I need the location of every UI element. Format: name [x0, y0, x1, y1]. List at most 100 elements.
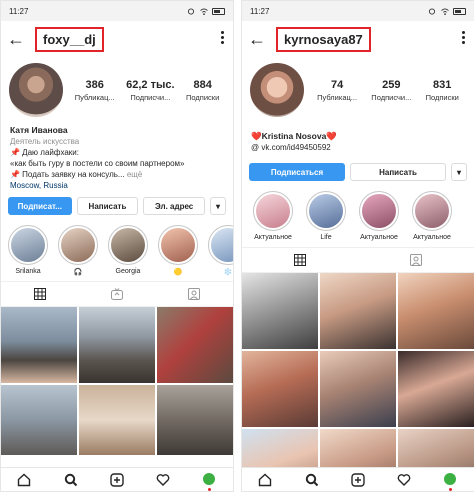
- suggested-dropdown-button[interactable]: ▾: [209, 197, 226, 215]
- profile-tab-icon[interactable]: [202, 472, 217, 491]
- wifi-icon: [200, 7, 208, 15]
- action-buttons: Подписаться Написать ▾: [242, 155, 474, 185]
- tab-grid[interactable]: [1, 282, 78, 306]
- profile-header: ← foxy__dj: [1, 21, 233, 57]
- highlight-item[interactable]: Life: [301, 191, 351, 243]
- tab-tagged[interactable]: [156, 282, 233, 306]
- stat-following[interactable]: 831 Подписки: [426, 79, 459, 102]
- highlight-label: Актуальное: [254, 234, 292, 241]
- alarm-icon: [428, 7, 436, 15]
- tagged-icon: [410, 254, 422, 266]
- stat-label: Подписки: [186, 92, 220, 102]
- bio-link[interactable]: @ vk.com/id49450592: [251, 142, 465, 153]
- highlight-item[interactable]: Georgia: [105, 225, 151, 277]
- highlight-item[interactable]: ❄️: [205, 225, 233, 277]
- photo-thumbnail[interactable]: [242, 273, 318, 349]
- stat-label: Подписчи...: [130, 92, 171, 102]
- tab-grid[interactable]: [242, 248, 358, 272]
- photo-thumbnail[interactable]: [157, 385, 233, 455]
- message-button[interactable]: Написать: [350, 163, 446, 181]
- status-bar: 11:27: [242, 1, 474, 21]
- more-options-icon[interactable]: [221, 31, 225, 44]
- stat-value: 386: [85, 78, 104, 91]
- profile-tab-icon[interactable]: [443, 472, 458, 491]
- search-icon[interactable]: [64, 473, 78, 487]
- highlight-item[interactable]: Актуальное: [248, 191, 298, 243]
- stat-following[interactable]: 884 Подписки: [186, 79, 219, 102]
- suggested-dropdown-button[interactable]: ▾: [451, 163, 467, 181]
- tagged-icon: [188, 288, 201, 300]
- home-icon[interactable]: [258, 473, 272, 487]
- highlight-item[interactable]: Актуальное: [354, 191, 404, 243]
- photo-thumbnail[interactable]: [398, 351, 474, 427]
- wifi-icon: [441, 7, 449, 15]
- left-profile-screen: 11:27 ← foxy__dj 386 Публикац... 62,2 тыс…: [0, 0, 234, 492]
- highlight-label: 🎧: [73, 269, 83, 276]
- more-link[interactable]: ещё: [127, 170, 142, 179]
- add-post-icon[interactable]: [351, 472, 365, 487]
- photo-thumbnail[interactable]: [157, 307, 233, 383]
- photo-thumbnail[interactable]: [320, 273, 396, 349]
- igtv-icon: [110, 288, 123, 300]
- photo-thumbnail[interactable]: [320, 351, 396, 427]
- photo-thumbnail[interactable]: [242, 351, 318, 427]
- activity-heart-icon[interactable]: [397, 473, 411, 487]
- highlight-item[interactable]: Srilanka: [5, 225, 51, 277]
- stat-value: 74: [330, 78, 344, 91]
- highlight-label: Актуальное: [360, 234, 398, 241]
- back-arrow-icon[interactable]: ←: [7, 30, 25, 48]
- highlight-item[interactable]: 🎧: [55, 225, 101, 277]
- back-arrow-icon[interactable]: ←: [248, 30, 266, 48]
- stats: 74 Публикац... 259 Подписчи... 831 Подписки: [310, 79, 466, 102]
- stat-value: 259: [382, 78, 401, 91]
- highlight-label: Life: [320, 234, 332, 241]
- stat-posts[interactable]: 74 Публикац...: [317, 79, 357, 102]
- highlight-item[interactable]: Актуальное: [407, 191, 457, 243]
- profile-summary: 74 Публикац... 259 Подписчи... 831 Подписки: [242, 57, 474, 123]
- photo-grid: [1, 307, 233, 455]
- content-tabs: [1, 281, 233, 307]
- bottom-navigation: [242, 467, 474, 491]
- grid-icon: [33, 288, 46, 300]
- photo-thumbnail[interactable]: [79, 385, 155, 455]
- bio-line: 📌 Подать заявку на консуль...: [10, 170, 125, 179]
- photo-thumbnail[interactable]: [1, 307, 77, 383]
- highlight-label: Srilanka: [15, 268, 41, 275]
- bio: Катя Иванова Деятель искусства 📌 Даю лай…: [1, 123, 233, 193]
- photo-thumbnail[interactable]: [398, 273, 474, 349]
- highlight-item[interactable]: 🟡: [155, 225, 201, 277]
- stat-followers[interactable]: 62,2 тыс. Подписчи...: [126, 79, 174, 102]
- photo-thumbnail[interactable]: [1, 385, 77, 455]
- follow-button[interactable]: Подписат...: [8, 197, 72, 215]
- activity-heart-icon[interactable]: [156, 473, 170, 487]
- email-button[interactable]: Эл. адрес: [143, 197, 205, 215]
- alarm-icon: [187, 7, 195, 15]
- avatar[interactable]: [250, 63, 304, 117]
- full-name: Катя Иванова: [10, 125, 68, 135]
- more-options-icon[interactable]: [462, 31, 466, 44]
- photo-thumbnail[interactable]: [79, 307, 155, 383]
- action-buttons: Подписат... Написать Эл. адрес ▾: [1, 193, 233, 219]
- content-tabs: [242, 247, 474, 273]
- stats: 386 Публикац... 62,2 тыс. Подписчи... 884 П…: [69, 79, 225, 102]
- battery-icon: [212, 7, 225, 15]
- follow-button[interactable]: Подписаться: [249, 163, 345, 181]
- stat-label: Подписки: [425, 92, 459, 102]
- tab-tagged[interactable]: [358, 248, 474, 272]
- avatar[interactable]: [9, 63, 63, 117]
- username-title: foxy__dj: [35, 26, 104, 52]
- message-button[interactable]: Написать: [76, 197, 139, 215]
- highlight-label: ❄️: [223, 269, 233, 276]
- bio: ❤️Kristina Nosova❤️ @ vk.com/id49450592: [242, 123, 474, 155]
- status-time: 11:27: [9, 6, 29, 16]
- tab-igtv[interactable]: [78, 282, 155, 306]
- add-post-icon[interactable]: [110, 472, 124, 487]
- stat-posts[interactable]: 386 Публикац...: [75, 79, 115, 102]
- home-icon[interactable]: [17, 473, 31, 487]
- grid-icon: [294, 254, 306, 266]
- status-icons: [427, 7, 466, 15]
- stat-label: Публикац...: [74, 92, 115, 102]
- search-icon[interactable]: [305, 473, 319, 487]
- stat-followers[interactable]: 259 Подписчи...: [371, 79, 411, 102]
- location-link[interactable]: Moscow, Russia: [10, 180, 224, 191]
